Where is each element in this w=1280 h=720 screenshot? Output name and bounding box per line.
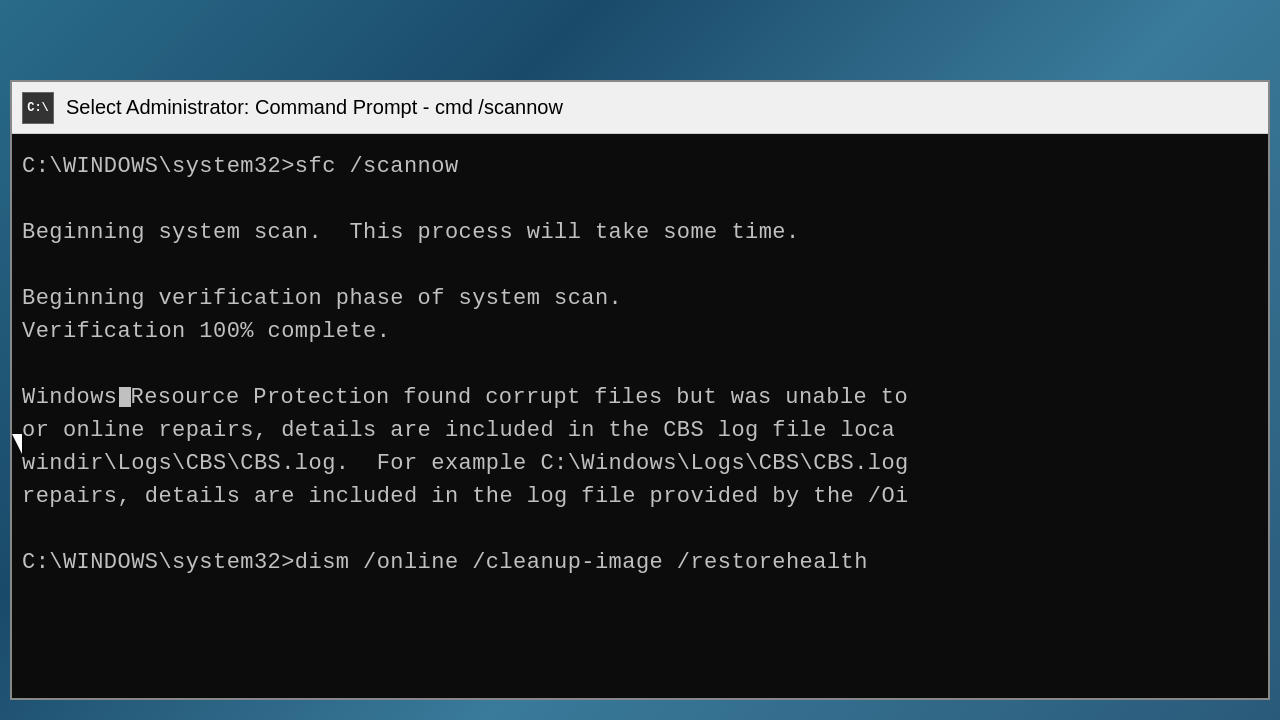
desktop: C:\ Select Administrator: Command Prompt… [0, 0, 1280, 720]
mouse-cursor-icon [12, 434, 22, 454]
cmd-window-icon: C:\ [22, 92, 54, 124]
terminal-line: windir\Logs\CBS\CBS.log. For example C:\… [22, 447, 1258, 480]
terminal-line: or online repairs, details are included … [22, 414, 1258, 447]
terminal-line [22, 183, 1258, 216]
terminal-body[interactable]: C:\WINDOWS\system32>sfc /scannow Beginnin… [12, 134, 1268, 698]
window-title: Select Administrator: Command Prompt - c… [66, 96, 563, 119]
terminal-line: Beginning system scan. This process will… [22, 216, 1258, 249]
cmd-window[interactable]: C:\ Select Administrator: Command Prompt… [10, 80, 1270, 700]
terminal-line [22, 249, 1258, 282]
title-bar: C:\ Select Administrator: Command Prompt… [12, 82, 1268, 134]
terminal-cursor [119, 387, 131, 407]
terminal-line: Verification 100% complete. [22, 315, 1258, 348]
terminal-line [22, 513, 1258, 546]
terminal-line: WindowsResource Protection found corrupt… [22, 381, 1258, 414]
terminal-line: C:\WINDOWS\system32>dism /online /cleanu… [22, 546, 1258, 579]
terminal-line [22, 348, 1258, 381]
terminal-line: Beginning verification phase of system s… [22, 282, 1258, 315]
terminal-line: C:\WINDOWS\system32>sfc /scannow [22, 150, 1258, 183]
terminal-line: repairs, details are included in the log… [22, 480, 1258, 513]
